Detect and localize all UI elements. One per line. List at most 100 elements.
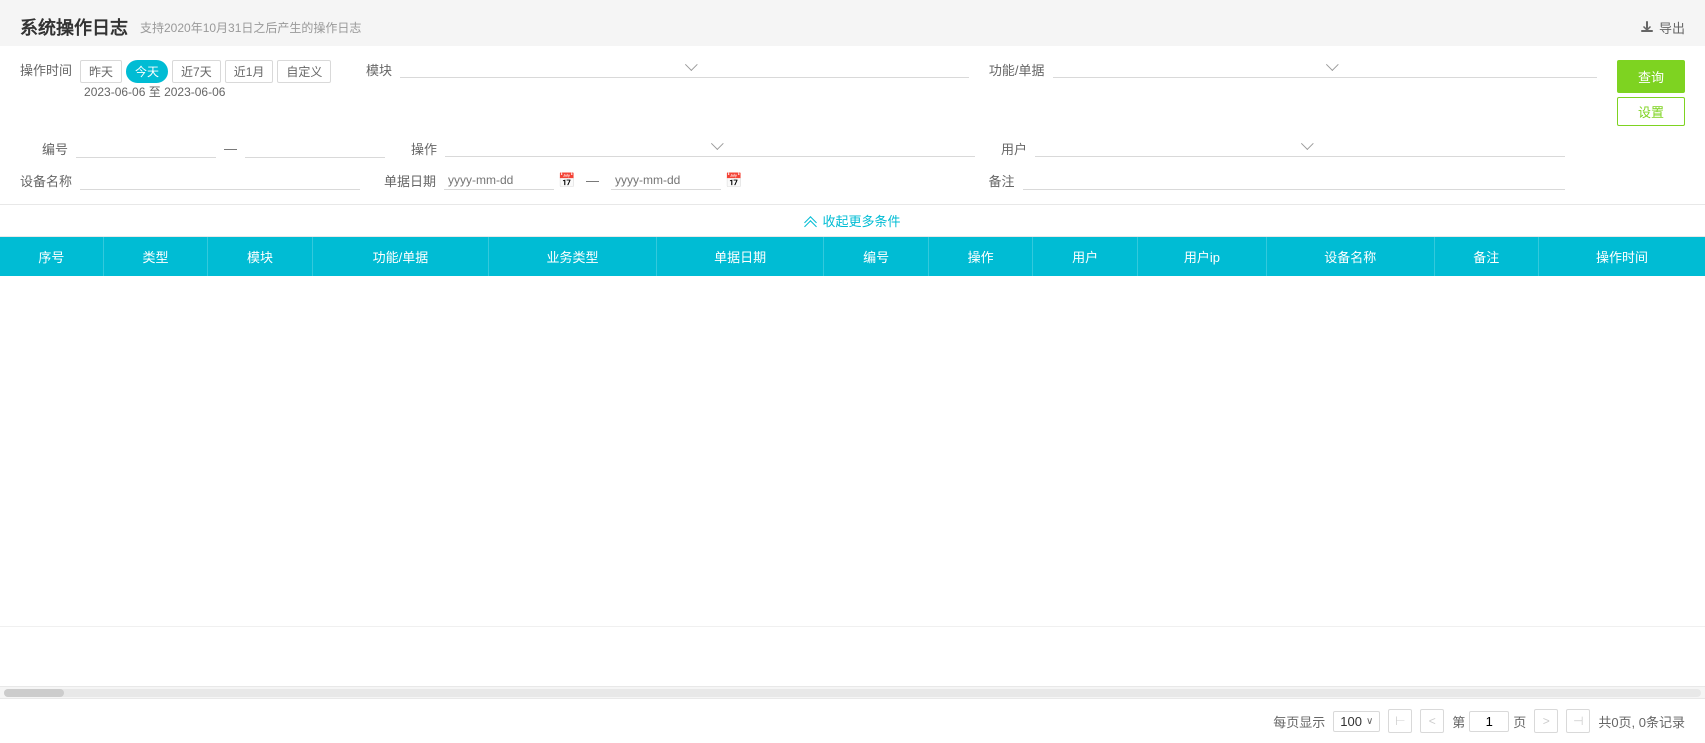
collapse-button[interactable]: 收起更多条件 [804, 211, 900, 230]
prev-page-icon: < [1429, 714, 1436, 728]
date-input-group: 📅 — 📅 [444, 171, 963, 190]
table-container: 序号 类型 模块 功能/单据 业务类型 单据日期 编号 操作 用户 用户ip 设… [0, 237, 1705, 686]
page-input-wrapper: 第 页 [1452, 711, 1526, 732]
next-page-button[interactable]: > [1534, 709, 1558, 733]
col-op-time: 操作时间 [1539, 237, 1705, 276]
col-number: 编号 [824, 237, 928, 276]
number-label: 编号 [20, 139, 76, 158]
col-function: 功能/单据 [312, 237, 488, 276]
device-input[interactable] [80, 170, 360, 190]
date-from-input[interactable] [444, 171, 554, 190]
user-select[interactable] [1035, 140, 1565, 157]
operation-label: 操作 [405, 139, 445, 158]
time-btn-custom[interactable]: 自定义 [277, 60, 331, 83]
time-btn-7days[interactable]: 近7天 [172, 60, 221, 83]
export-button[interactable]: 导出 [1639, 18, 1685, 37]
collapse-icon [804, 214, 818, 228]
operation-chevron-icon [710, 142, 971, 154]
remark-filter: 备注 [983, 170, 1566, 190]
col-type: 类型 [103, 237, 207, 276]
pagination: 每页显示 100 ∨ ⊢ < 第 页 > ⊣ 共0页, 0条记录 [0, 698, 1705, 743]
data-table: 序号 类型 模块 功能/单据 业务类型 单据日期 编号 操作 用户 用户ip 设… [0, 237, 1705, 627]
table-header-row: 序号 类型 模块 功能/单据 业务类型 单据日期 编号 操作 用户 用户ip 设… [0, 237, 1705, 276]
page-title: 系统操作日志 [20, 14, 128, 40]
time-label: 操作时间 [20, 60, 80, 79]
col-operation: 操作 [928, 237, 1032, 276]
time-range-text: 2023-06-06 至 2023-06-06 [84, 83, 331, 100]
module-label: 模块 [360, 60, 400, 79]
header-left: 系统操作日志 支持2020年10月31日之后产生的操作日志 [20, 14, 361, 40]
last-page-button[interactable]: ⊣ [1566, 709, 1590, 733]
empty-row [0, 276, 1705, 626]
user-filter: 用户 [995, 139, 1565, 158]
export-icon [1639, 19, 1655, 35]
time-btn-yesterday[interactable]: 昨天 [80, 60, 122, 83]
page-number-input[interactable] [1469, 711, 1509, 732]
calendar-to-icon[interactable]: 📅 [725, 172, 741, 188]
device-label: 设备名称 [20, 171, 80, 190]
scrollbar-thumb [4, 689, 64, 697]
remark-input[interactable] [1023, 170, 1566, 190]
first-page-button[interactable]: ⊢ [1388, 709, 1412, 733]
function-label: 功能/单据 [989, 60, 1053, 79]
function-chevron-icon [1325, 63, 1593, 75]
date-filter: 单据日期 📅 — 📅 [380, 171, 963, 190]
page-size-select[interactable]: 100 ∨ [1333, 711, 1380, 732]
page-size-chevron-icon: ∨ [1366, 716, 1373, 727]
module-filter: 模块 [360, 60, 969, 79]
col-biztype: 业务类型 [489, 237, 657, 276]
next-page-icon: > [1543, 714, 1550, 728]
settings-button[interactable]: 设置 [1617, 97, 1685, 126]
collapse-label: 收起更多条件 [822, 211, 900, 230]
time-btn-today[interactable]: 今天 [126, 60, 168, 83]
number-input-to[interactable] [245, 138, 385, 158]
col-date: 单据日期 [656, 237, 824, 276]
col-device: 设备名称 [1266, 237, 1434, 276]
page-header: 系统操作日志 支持2020年10月31日之后产生的操作日志 导出 [0, 0, 1705, 46]
time-filter: 操作时间 昨天 今天 近7天 近1月 自定义 2023-06-06 至 2023… [20, 60, 340, 100]
prev-page-button[interactable]: < [1420, 709, 1444, 733]
last-page-icon: ⊣ [1573, 714, 1583, 728]
module-select[interactable] [400, 61, 969, 78]
scrollbar-area[interactable] [0, 686, 1705, 698]
total-info: 共0页, 0条记录 [1598, 712, 1685, 731]
remark-label: 备注 [983, 171, 1023, 190]
col-module: 模块 [208, 237, 312, 276]
page-container: 系统操作日志 支持2020年10月31日之后产生的操作日志 导出 操作时间 昨天… [0, 0, 1705, 743]
user-label: 用户 [995, 139, 1035, 158]
date-to-input[interactable] [611, 171, 721, 190]
operation-select[interactable] [445, 140, 975, 157]
date-label: 单据日期 [380, 171, 444, 190]
export-label: 导出 [1659, 18, 1685, 37]
number-input-from[interactable] [76, 138, 216, 158]
per-page-label: 每页显示 [1273, 712, 1325, 731]
calendar-from-icon[interactable]: 📅 [558, 172, 574, 188]
filter-row-2: 编号 — 操作 用户 [20, 138, 1685, 158]
filter-row-3: 设备名称 单据日期 📅 — 📅 备注 [20, 170, 1685, 190]
col-seq: 序号 [0, 237, 103, 276]
action-buttons: 查询 设置 [1617, 60, 1685, 126]
page-size-value: 100 [1340, 714, 1362, 729]
page-subtitle: 支持2020年10月31日之后产生的操作日志 [140, 19, 361, 36]
time-btn-1month[interactable]: 近1月 [225, 60, 274, 83]
first-page-icon: ⊢ [1395, 714, 1405, 728]
collapse-row: 收起更多条件 [0, 205, 1705, 237]
scrollbar-track [4, 689, 1701, 697]
empty-cell [0, 276, 1705, 626]
device-filter: 设备名称 [20, 170, 360, 190]
function-filter: 功能/单据 [989, 60, 1598, 79]
col-remark: 备注 [1434, 237, 1538, 276]
page-suffix-label: 页 [1513, 712, 1526, 731]
number-dash: — [216, 141, 245, 156]
function-select[interactable] [1053, 61, 1598, 78]
filter-area: 操作时间 昨天 今天 近7天 近1月 自定义 2023-06-06 至 2023… [0, 46, 1705, 205]
query-button[interactable]: 查询 [1617, 60, 1685, 93]
time-filter-content: 昨天 今天 近7天 近1月 自定义 2023-06-06 至 2023-06-0… [80, 60, 331, 100]
user-chevron-icon [1300, 142, 1561, 154]
time-buttons-row: 昨天 今天 近7天 近1月 自定义 [80, 60, 331, 83]
page-prefix-label: 第 [1452, 712, 1465, 731]
module-chevron-icon [684, 63, 964, 75]
date-dash: — [578, 173, 607, 188]
col-user: 用户 [1033, 237, 1137, 276]
operation-filter: 操作 [405, 139, 975, 158]
